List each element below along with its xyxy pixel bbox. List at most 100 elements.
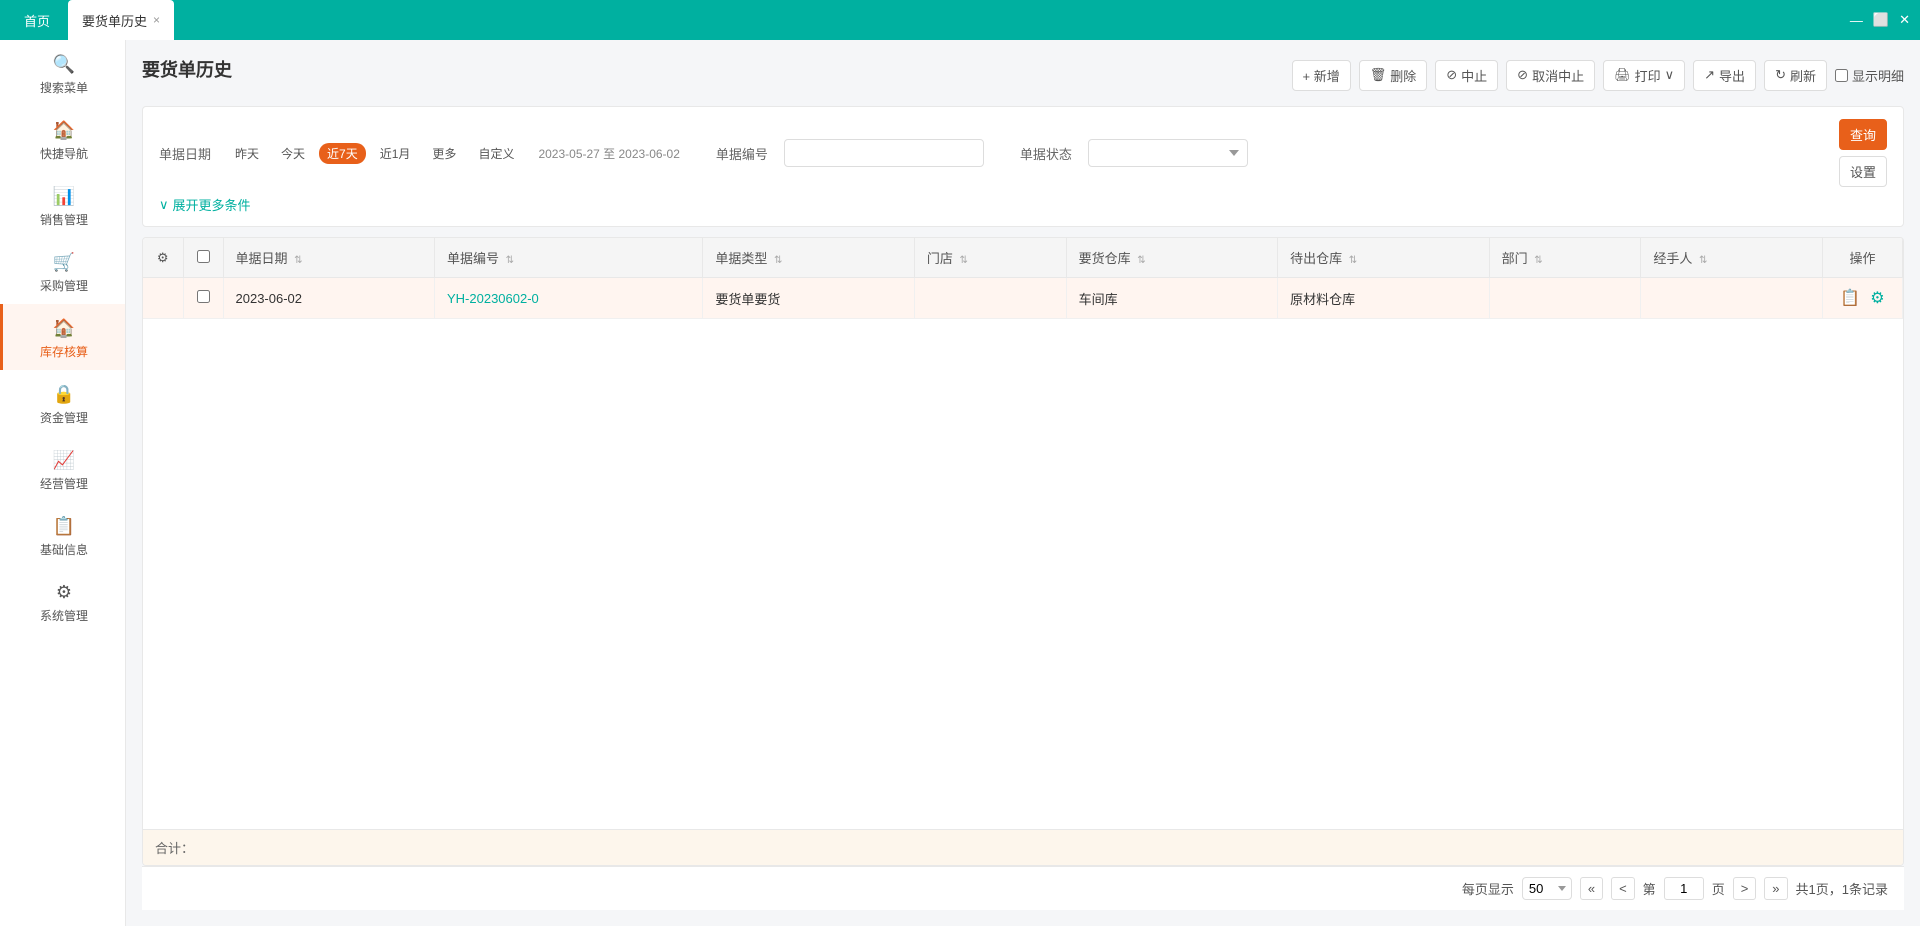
sort-doc-no-icon: ⇅ [506, 255, 514, 266]
per-page-select[interactable]: 50 20 100 [1522, 877, 1572, 900]
refresh-button[interactable]: ↻ 刷新 [1764, 60, 1827, 91]
last-page-button[interactable]: » [1764, 877, 1787, 900]
th-doc-no[interactable]: 单据编号 ⇅ [434, 238, 702, 278]
cancel-stop-icon: ⊘ [1517, 67, 1528, 83]
sidebar-item-sales-mgmt-label: 销售管理 [40, 211, 88, 228]
th-handler-label: 经手人 [1653, 251, 1692, 266]
th-dept[interactable]: 部门 ⇅ [1489, 238, 1641, 278]
tab-home-label: 首页 [24, 11, 50, 30]
next-page-button[interactable]: > [1733, 877, 1757, 900]
minimize-icon[interactable]: — [1850, 13, 1863, 28]
print-button[interactable]: 🖨 打印 ∨ [1603, 60, 1685, 91]
new-button-label: + 新增 [1303, 66, 1340, 85]
date-btn-yesterday[interactable]: 昨天 [227, 143, 267, 164]
th-doc-type[interactable]: 单据类型 ⇅ [703, 238, 914, 278]
chevron-down-icon: ∨ [159, 197, 169, 213]
quick-nav-icon: 🏠 [53, 120, 75, 141]
settings-button[interactable]: 设置 [1839, 156, 1887, 187]
date-btn-recent7[interactable]: 近7天 [319, 143, 366, 164]
expand-more-label: 展开更多条件 [173, 195, 251, 214]
th-action: 操作 [1823, 238, 1903, 278]
top-nav: 首页 要货单历史 × — ⬜ ✕ [0, 0, 1920, 40]
print-dropdown-icon: ∨ [1665, 67, 1675, 83]
th-settings[interactable]: ⚙ [143, 238, 183, 278]
th-doc-date[interactable]: 单据日期 ⇅ [223, 238, 434, 278]
th-dest-warehouse[interactable]: 待出仓库 ⇅ [1278, 238, 1489, 278]
pagination-area: 每页显示 50 20 100 « < 第 页 > » 共1页，1条记录 [142, 866, 1904, 910]
display-toggle[interactable]: 显示明细 [1835, 66, 1904, 85]
sidebar-item-search-menu[interactable]: 🔍 搜索菜单 [0, 40, 125, 106]
th-doc-date-label: 单据日期 [236, 251, 288, 266]
delete-button[interactable]: 🗑 删除 [1359, 60, 1428, 91]
th-checkbox [183, 238, 223, 278]
tab-requisition-history[interactable]: 要货单历史 × [68, 0, 174, 40]
sort-doc-type-icon: ⇅ [774, 255, 782, 266]
top-nav-right: — ⬜ ✕ [1850, 12, 1910, 28]
tab-close-icon[interactable]: × [153, 13, 160, 27]
th-dept-label: 部门 [1502, 251, 1528, 266]
expand-more[interactable]: ∨ 展开更多条件 [159, 195, 1887, 214]
per-page-label: 每页显示 [1462, 879, 1514, 898]
page-title: 要货单历史 [142, 56, 232, 82]
td-num [183, 278, 223, 319]
td-store [914, 278, 1066, 319]
row-checkbox[interactable] [197, 290, 210, 303]
page-input[interactable] [1664, 877, 1704, 900]
sort-dept-icon: ⇅ [1534, 255, 1542, 266]
export-button[interactable]: ↗ 导出 [1693, 60, 1756, 91]
sidebar-item-base-info[interactable]: 📋 基础信息 [0, 502, 125, 568]
date-label: 单据日期 [159, 144, 211, 163]
date-range-display: 2023-05-27 至 2023-06-02 [538, 145, 679, 162]
stop-button[interactable]: ⊘ 中止 [1435, 60, 1498, 91]
date-btn-custom[interactable]: 自定义 [470, 143, 522, 164]
th-store-label: 门店 [927, 251, 953, 266]
th-handler[interactable]: 经手人 ⇅ [1641, 238, 1823, 278]
new-button[interactable]: + 新增 [1292, 60, 1351, 91]
first-page-button[interactable]: « [1580, 877, 1603, 900]
stop-button-label: 中止 [1461, 66, 1487, 85]
date-btn-recent1m[interactable]: 近1月 [372, 143, 419, 164]
footer-label: 合计： [155, 838, 194, 857]
date-btn-more[interactable]: 更多 [424, 143, 464, 164]
edit-icon[interactable]: 📋 [1838, 286, 1862, 310]
total-info: 共1页，1条记录 [1796, 879, 1888, 898]
select-all-checkbox[interactable] [197, 250, 210, 263]
th-dest-warehouse-label: 待出仓库 [1290, 251, 1342, 266]
sidebar: 🔍 搜索菜单 🏠 快捷导航 📊 销售管理 🛒 采购管理 🏠 库存核算 🔒 资金管… [0, 40, 126, 926]
filter-dates: 昨天 今天 近7天 近1月 更多 自定义 [227, 143, 522, 164]
th-store[interactable]: 门店 ⇅ [914, 238, 1066, 278]
sidebar-item-purchase-mgmt[interactable]: 🛒 采购管理 [0, 238, 125, 304]
sidebar-item-sys-mgmt[interactable]: ⚙ 系统管理 [0, 568, 125, 634]
td-doc-no: YH-20230602-0 [434, 278, 702, 319]
sidebar-item-quick-nav-label: 快捷导航 [40, 145, 88, 162]
sidebar-item-ops-mgmt[interactable]: 📈 经营管理 [0, 436, 125, 502]
display-toggle-checkbox[interactable] [1835, 69, 1848, 82]
sidebar-item-search-menu-label: 搜索菜单 [40, 79, 88, 96]
query-button[interactable]: 查询 [1839, 119, 1887, 150]
export-icon: ↗ [1704, 67, 1715, 83]
window-close-icon[interactable]: ✕ [1899, 12, 1910, 28]
sales-mgmt-icon: 📊 [53, 186, 75, 207]
sidebar-item-sales-mgmt[interactable]: 📊 销售管理 [0, 172, 125, 238]
th-req-warehouse[interactable]: 要货仓库 ⇅ [1066, 238, 1277, 278]
date-btn-today[interactable]: 今天 [273, 143, 313, 164]
doc-no-link[interactable]: YH-20230602-0 [447, 291, 539, 306]
print-button-label: 打印 [1635, 66, 1661, 85]
print-icon: 🖨 [1614, 67, 1631, 83]
tab-home[interactable]: 首页 [10, 0, 64, 40]
detail-icon[interactable]: ⚙ [1868, 286, 1886, 310]
sidebar-item-base-info-label: 基础信息 [40, 541, 88, 558]
td-action: 📋 ⚙ [1823, 278, 1903, 319]
prev-page-button[interactable]: < [1611, 877, 1635, 900]
sidebar-item-fund-mgmt[interactable]: 🔒 资金管理 [0, 370, 125, 436]
sidebar-item-quick-nav[interactable]: 🏠 快捷导航 [0, 106, 125, 172]
td-dept [1489, 278, 1641, 319]
doc-no-input[interactable] [784, 139, 984, 167]
query-button-label: 查询 [1850, 125, 1876, 144]
delete-icon: 🗑 [1370, 67, 1387, 83]
status-select[interactable] [1088, 139, 1248, 167]
cancel-stop-button[interactable]: ⊘ 取消中止 [1506, 60, 1595, 91]
sort-dest-warehouse-icon: ⇅ [1349, 255, 1357, 266]
sidebar-item-inventory-calc[interactable]: 🏠 库存核算 [0, 304, 125, 370]
maximize-icon[interactable]: ⬜ [1873, 12, 1889, 28]
